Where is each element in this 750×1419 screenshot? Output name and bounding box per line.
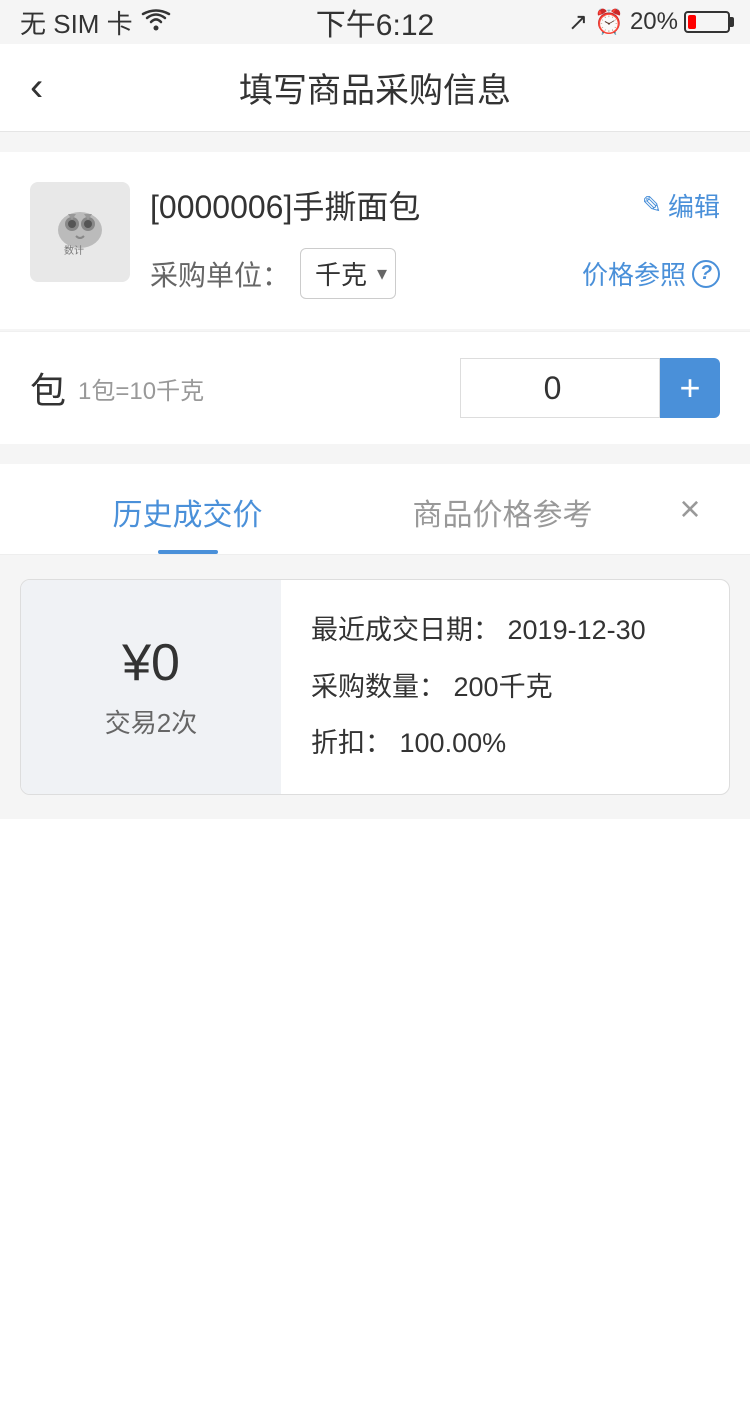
price-ref-button[interactable]: 价格参照 ? bbox=[582, 255, 720, 292]
edit-label: 编辑 bbox=[668, 187, 720, 224]
recent-date-row: 最近成交日期： 2019-12-30 bbox=[311, 610, 699, 651]
discount-label: 折扣： bbox=[311, 728, 392, 758]
wifi-icon bbox=[141, 7, 171, 38]
alarm-icon: ⏰ bbox=[594, 8, 624, 37]
carrier-text: 无 SIM 卡 bbox=[20, 4, 133, 41]
product-card: 数计 [0000006]手撕面包 ✎ 编辑 采购单位： 千克 价格参照 ? bbox=[0, 152, 750, 329]
page-title: 填写商品采购信息 bbox=[239, 63, 511, 112]
discount-row: 折扣： 100.00% bbox=[311, 723, 699, 764]
product-info: [0000006]手撕面包 ✎ 编辑 采购单位： 千克 价格参照 ? bbox=[150, 182, 720, 299]
tabs-bar: 历史成交价 商品价格参考 × bbox=[0, 464, 750, 555]
unit-conversion: 1包=10千克 bbox=[78, 371, 204, 406]
quantity-row-detail: 采购数量： 200千克 bbox=[311, 667, 699, 708]
price-ref-icon: ? bbox=[692, 260, 720, 288]
tab-close-button[interactable]: × bbox=[660, 479, 720, 539]
svg-text:数计: 数计 bbox=[64, 244, 84, 257]
discount-value: 100.00% bbox=[400, 728, 507, 758]
unit-symbol: 包 bbox=[30, 362, 66, 414]
quantity-control: + bbox=[460, 358, 720, 418]
purchase-unit: 采购单位： 千克 bbox=[150, 248, 396, 299]
battery-icon bbox=[684, 11, 730, 33]
history-card: ¥0 交易2次 最近成交日期： 2019-12-30 采购数量： 200千克 折… bbox=[20, 579, 730, 795]
quantity-value: 200千克 bbox=[454, 672, 553, 702]
product-header: [0000006]手撕面包 ✎ 编辑 bbox=[150, 182, 720, 228]
product-thumbnail: 数计 bbox=[30, 182, 130, 282]
purchase-unit-label: 采购单位： bbox=[150, 254, 290, 294]
history-detail-column: 最近成交日期： 2019-12-30 采购数量： 200千克 折扣： 100.0… bbox=[281, 580, 729, 794]
unit-select[interactable]: 千克 bbox=[300, 248, 396, 299]
bottom-space bbox=[0, 819, 750, 1419]
nav-bar: ‹ 填写商品采购信息 bbox=[0, 44, 750, 132]
unit-value: 千克 bbox=[315, 255, 367, 292]
history-price-column: ¥0 交易2次 bbox=[21, 580, 281, 794]
recent-date-label: 最近成交日期： bbox=[311, 615, 500, 645]
quantity-label: 采购数量： bbox=[311, 672, 446, 702]
tab-history-price[interactable]: 历史成交价 bbox=[30, 464, 345, 554]
quantity-plus-button[interactable]: + bbox=[660, 358, 720, 418]
location-icon: ↗ bbox=[568, 8, 588, 37]
recent-date-value: 2019-12-30 bbox=[508, 615, 646, 645]
battery-text: 20% bbox=[630, 8, 678, 36]
quantity-row: 包 1包=10千克 + bbox=[0, 331, 750, 444]
status-left: 无 SIM 卡 bbox=[20, 4, 171, 41]
edit-button[interactable]: ✎ 编辑 bbox=[642, 187, 720, 224]
currency-symbol: ¥ bbox=[122, 634, 151, 692]
product-meta: 采购单位： 千克 价格参照 ? bbox=[150, 248, 720, 299]
unit-label: 包 1包=10千克 bbox=[30, 362, 204, 414]
status-time: 下午6:12 bbox=[316, 0, 434, 44]
status-right: ↗ ⏰ 20% bbox=[568, 8, 730, 37]
tab-price-ref[interactable]: 商品价格参考 bbox=[345, 464, 660, 554]
product-name: [0000006]手撕面包 bbox=[150, 182, 420, 228]
back-button[interactable]: ‹ bbox=[30, 65, 80, 110]
quantity-input[interactable] bbox=[460, 358, 660, 418]
price-ref-label: 价格参照 bbox=[582, 255, 686, 292]
product-logo-icon: 数计 bbox=[48, 194, 112, 270]
price-amount: 0 bbox=[151, 634, 180, 692]
status-bar: 无 SIM 卡 下午6:12 ↗ ⏰ 20% bbox=[0, 0, 750, 44]
edit-icon: ✎ bbox=[642, 191, 662, 220]
history-price-value: ¥0 bbox=[122, 633, 180, 693]
trade-count: 交易2次 bbox=[105, 703, 197, 740]
